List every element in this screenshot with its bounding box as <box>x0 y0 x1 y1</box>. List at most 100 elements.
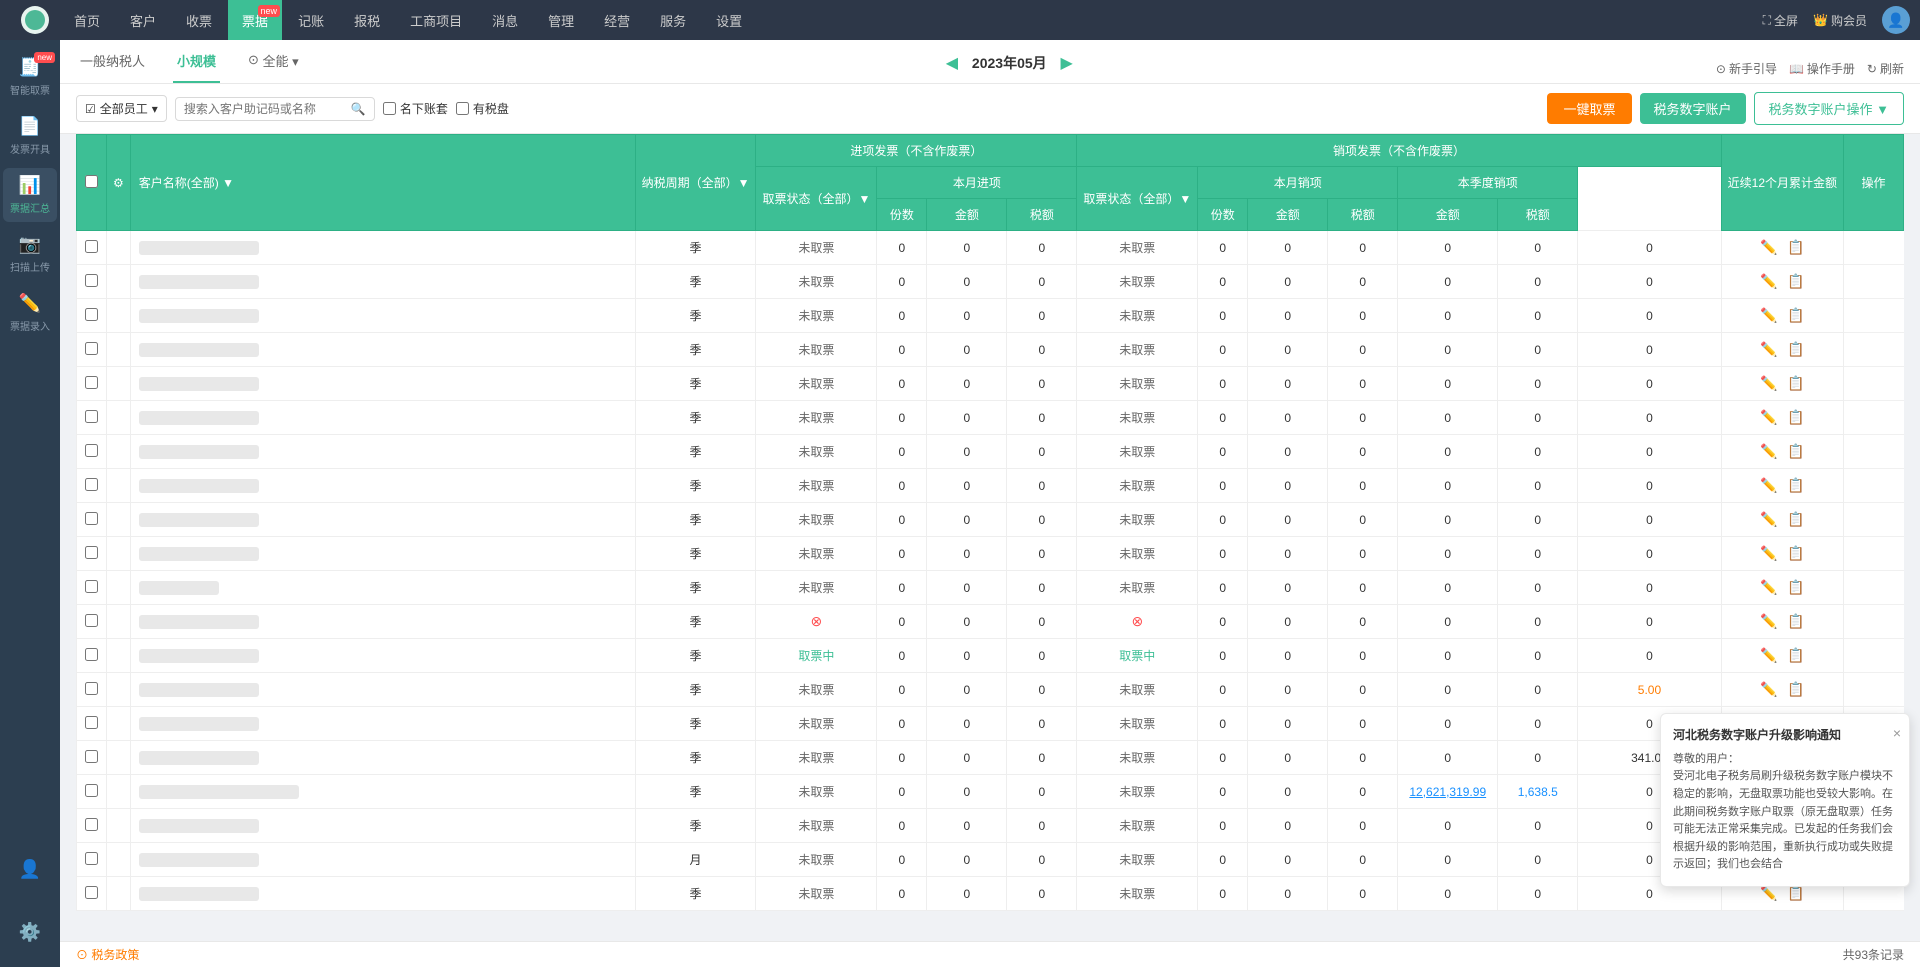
tab-all[interactable]: ⊙ 全能 ▾ <box>244 40 303 83</box>
copy-btn[interactable]: 📋 <box>1784 373 1807 394</box>
prev-date-btn[interactable]: ◀ <box>940 51 964 75</box>
nav-manage[interactable]: 管理 <box>534 0 588 40</box>
sidebar-item-scan[interactable]: 📷 扫描上传 <box>3 227 57 281</box>
edit-btn[interactable]: ✏️ <box>1757 509 1780 530</box>
edit-btn[interactable]: ✏️ <box>1757 441 1780 462</box>
th-customer[interactable]: 客户名称(全部) ▼ <box>130 135 635 231</box>
nav-home[interactable]: 首页 <box>60 0 114 40</box>
row-checkbox[interactable] <box>85 818 98 831</box>
edit-btn[interactable]: ✏️ <box>1757 407 1780 428</box>
tax-digital-account-btn[interactable]: 税务数字账户 <box>1640 93 1746 124</box>
row-checkbox[interactable] <box>85 614 98 627</box>
row-checkbox[interactable] <box>85 648 98 661</box>
nav-service[interactable]: 服务 <box>646 0 700 40</box>
customer-search-input[interactable] <box>184 102 347 116</box>
row-checkbox[interactable] <box>85 682 98 695</box>
copy-btn[interactable]: 📋 <box>1784 679 1807 700</box>
row-checkbox[interactable] <box>85 376 98 389</box>
tax-digital-account-op-btn[interactable]: 税务数字账户操作 ▼ <box>1754 92 1904 125</box>
edit-btn[interactable]: ✏️ <box>1757 237 1780 258</box>
one-click-invoice-btn[interactable]: 一键取票 <box>1547 93 1631 124</box>
row-checkbox[interactable] <box>85 716 98 729</box>
row-checkbox[interactable] <box>85 308 98 321</box>
edit-btn[interactable]: ✏️ <box>1757 271 1780 292</box>
select-all-checkbox[interactable] <box>85 175 98 188</box>
row-checkbox[interactable] <box>85 274 98 287</box>
user-avatar[interactable]: 👤 <box>1882 6 1910 34</box>
copy-btn[interactable]: 📋 <box>1784 237 1807 258</box>
edit-btn[interactable]: ✏️ <box>1757 305 1780 326</box>
edit-btn[interactable]: ✏️ <box>1757 373 1780 394</box>
copy-btn[interactable]: 📋 <box>1784 339 1807 360</box>
nav-collect[interactable]: 收票 <box>172 0 226 40</box>
row-checkbox[interactable] <box>85 580 98 593</box>
copy-btn[interactable]: 📋 <box>1784 475 1807 496</box>
new-guide-btn[interactable]: ⊙ 新手引导 <box>1716 60 1777 77</box>
row-checkbox[interactable] <box>85 240 98 253</box>
checkbox-account[interactable]: 名下账套 <box>383 100 448 117</box>
copy-btn[interactable]: 📋 <box>1784 305 1807 326</box>
copy-btn[interactable]: 📋 <box>1784 577 1807 598</box>
checkbox-account-input[interactable] <box>383 102 396 115</box>
th-tax-cycle[interactable]: 纳税周期（全部）▼ <box>635 135 756 231</box>
th-out-status[interactable]: 取票状态（全部）▼ <box>1077 167 1198 231</box>
copy-btn[interactable]: 📋 <box>1784 407 1807 428</box>
nav-operation[interactable]: 经营 <box>590 0 644 40</box>
copy-btn[interactable]: 📋 <box>1784 543 1807 564</box>
next-date-btn[interactable]: ▶ <box>1055 51 1079 75</box>
row-checkbox[interactable] <box>85 512 98 525</box>
edit-btn[interactable]: ✏️ <box>1757 475 1780 496</box>
copy-btn[interactable]: 📋 <box>1784 611 1807 632</box>
row-checkbox[interactable] <box>85 852 98 865</box>
edit-btn[interactable]: ✏️ <box>1757 543 1780 564</box>
out-status-cell: 未取票 <box>1077 537 1198 571</box>
refresh-btn[interactable]: ↻ 刷新 <box>1867 60 1904 77</box>
manual-btn[interactable]: 📖 操作手册 <box>1789 60 1855 77</box>
edit-btn[interactable]: ✏️ <box>1757 611 1780 632</box>
edit-btn[interactable]: ✏️ <box>1757 577 1780 598</box>
copy-btn[interactable]: 📋 <box>1784 271 1807 292</box>
copy-btn[interactable]: 📋 <box>1784 645 1807 666</box>
edit-btn[interactable]: ✏️ <box>1757 645 1780 666</box>
row-checkbox[interactable] <box>85 886 98 899</box>
row-checkbox[interactable] <box>85 342 98 355</box>
sidebar-item-entry[interactable]: ✏️ 票据录入 <box>3 286 57 340</box>
nav-client[interactable]: 客户 <box>116 0 170 40</box>
sidebar-item-summary[interactable]: 📊 票据汇总 <box>3 168 57 222</box>
member-btn[interactable]: 👑 购会员 <box>1813 12 1867 29</box>
edit-btn[interactable]: ✏️ <box>1757 339 1780 360</box>
search-icon[interactable]: 🔍 <box>351 102 366 116</box>
checkbox-tax-panel[interactable]: 有税盘 <box>456 100 509 117</box>
employee-filter[interactable]: ☑ 全部员工 ▾ <box>76 95 167 122</box>
row-checkbox[interactable] <box>85 444 98 457</box>
popup-close-btn[interactable]: × <box>1893 722 1901 744</box>
copy-btn[interactable]: 📋 <box>1784 509 1807 530</box>
nav-tax[interactable]: 报税 <box>340 0 394 40</box>
fullscreen-btn[interactable]: ⛶ 全屏 <box>1763 12 1798 29</box>
checkbox-tax-panel-input[interactable] <box>456 102 469 115</box>
sidebar-item-issue-invoice[interactable]: 📄 发票开具 <box>3 109 57 163</box>
row-checkbox[interactable] <box>85 750 98 763</box>
sidebar-item-user[interactable]: 👤 <box>3 842 57 896</box>
nav-settings[interactable]: 设置 <box>702 0 756 40</box>
row-checkbox[interactable] <box>85 478 98 491</box>
row-checkbox[interactable] <box>85 784 98 797</box>
status-not-fetched: 未取票 <box>798 479 834 493</box>
row-checkbox[interactable] <box>85 546 98 559</box>
nav-commerce[interactable]: 工商项目 <box>396 0 476 40</box>
edit-btn[interactable]: ✏️ <box>1757 679 1780 700</box>
tab-general[interactable]: 一般纳税人 <box>76 40 149 83</box>
nav-invoice[interactable]: 票据 new <box>228 0 282 40</box>
row-checkbox[interactable] <box>85 410 98 423</box>
sidebar-item-gear[interactable]: ⚙️ <box>3 905 57 959</box>
in-amount-cell: 0 <box>927 877 1007 911</box>
sidebar-item-smart-invoice[interactable]: new 🧾 智能取票 <box>3 50 57 104</box>
th-in-status[interactable]: 取票状态（全部）▼ <box>756 167 877 231</box>
in-count-cell: 0 <box>877 877 927 911</box>
copy-btn[interactable]: 📋 <box>1784 441 1807 462</box>
tab-small[interactable]: 小规模 <box>173 40 220 83</box>
status-not-fetched: 未取票 <box>798 275 834 289</box>
tax-policy-link[interactable]: ⊙ 税务政策 <box>76 946 139 963</box>
nav-message[interactable]: 消息 <box>478 0 532 40</box>
nav-bookkeeping[interactable]: 记账 <box>284 0 338 40</box>
